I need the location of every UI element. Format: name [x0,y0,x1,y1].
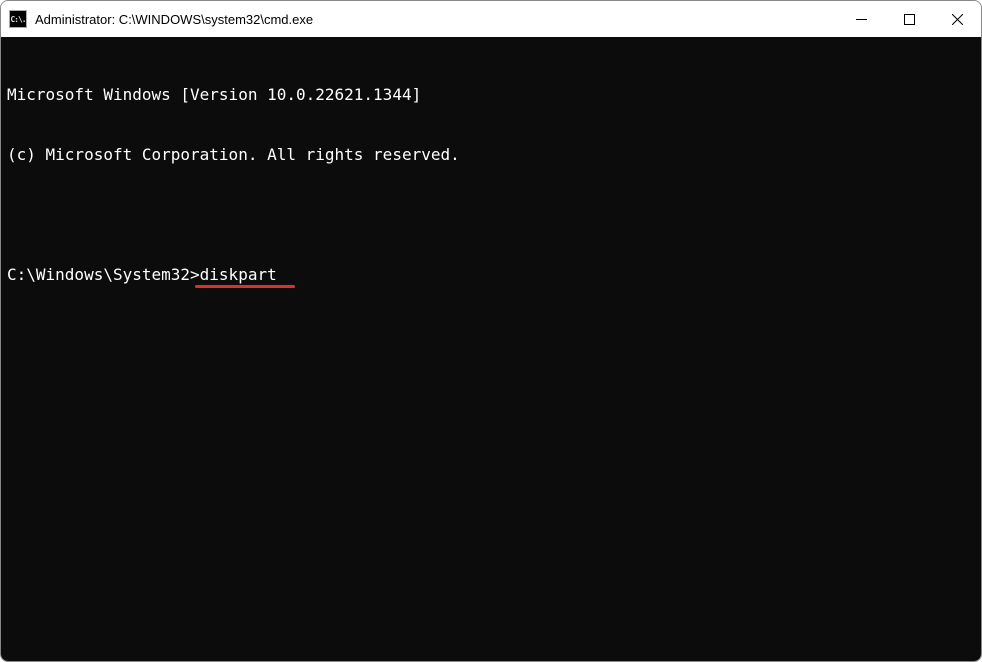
minimize-button[interactable] [837,1,885,37]
terminal-header-line-2: (c) Microsoft Corporation. All rights re… [7,145,975,165]
titlebar[interactable]: C:\. Administrator: C:\WINDOWS\system32\… [1,1,981,37]
command-underline-annotation [195,285,295,288]
terminal-body[interactable]: Microsoft Windows [Version 10.0.22621.13… [1,37,981,661]
terminal-command: diskpart [200,265,277,285]
cmd-window: C:\. Administrator: C:\WINDOWS\system32\… [0,0,982,662]
maximize-icon [904,14,915,25]
maximize-button[interactable] [885,1,933,37]
window-title: Administrator: C:\WINDOWS\system32\cmd.e… [35,12,313,27]
terminal-header-line-1: Microsoft Windows [Version 10.0.22621.13… [7,85,975,105]
cmd-icon: C:\. [9,10,27,28]
minimize-icon [856,14,867,25]
close-icon [952,14,963,25]
window-controls [837,1,981,37]
terminal-prompt: C:\Windows\System32> [7,265,200,285]
terminal-prompt-line: C:\Windows\System32>diskpart [7,265,975,285]
terminal-blank-line [7,205,975,225]
close-button[interactable] [933,1,981,37]
